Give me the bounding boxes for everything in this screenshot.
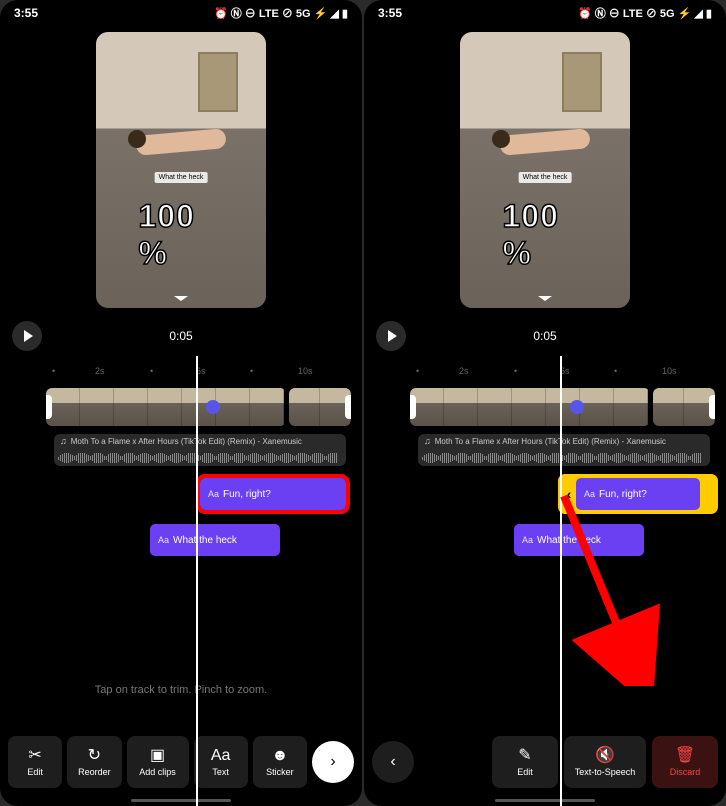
text-clip-fun-right[interactable]: Aa Fun, right?: [576, 478, 700, 510]
reorder-button[interactable]: ↻Reorder: [67, 736, 121, 788]
text-clip-label: Fun, right?: [223, 489, 271, 500]
text-trim-handle-right[interactable]: [700, 476, 714, 512]
status-bar: 3:55 ⏰ Ⓝ ⊖ LTE ⊘ 5G ⚡ ◢ ▮: [364, 0, 726, 26]
video-clip-row[interactable]: [0, 386, 362, 428]
reorder-icon: ↻: [88, 748, 101, 764]
sync-icon[interactable]: [206, 400, 220, 414]
video-preview-area: What the heck 100 %: [364, 26, 726, 316]
scissors-icon: ✂: [28, 748, 41, 764]
chevron-right-icon: ›: [330, 753, 335, 771]
clip-trim-handle-left[interactable]: [46, 395, 52, 419]
clip-trim-handle-left[interactable]: [410, 395, 416, 419]
sticker-button[interactable]: ☻Sticker: [253, 736, 307, 788]
swipe-indicator-icon: [530, 296, 560, 300]
hint-text: Tap on track to trim. Pinch to zoom.: [0, 684, 362, 696]
trash-icon: 🗑: [675, 748, 695, 764]
sync-icon[interactable]: [570, 400, 584, 414]
text-icon: Aa: [584, 489, 595, 499]
music-note-icon: ♫: [60, 436, 67, 446]
time-ruler: • 2s • 6s • 10s: [0, 364, 362, 384]
phone-right: 3:55 ⏰ Ⓝ ⊖ LTE ⊘ 5G ⚡ ◢ ▮ What the heck …: [364, 0, 726, 806]
playhead[interactable]: [196, 356, 198, 806]
overlay-text-small: What the heck: [155, 172, 208, 183]
toolbar-right-screen: ‹ ✎Edit 🔇Text-to-Speech 🗑Discard: [372, 736, 718, 788]
phone-left: 3:55 ⏰ Ⓝ ⊖ LTE ⊘ 5G ⚡ ◢ ▮ What the heck …: [0, 0, 362, 806]
status-bar: 3:55 ⏰ Ⓝ ⊖ LTE ⊘ 5G ⚡ ◢ ▮: [0, 0, 362, 26]
home-indicator[interactable]: [131, 799, 231, 802]
text-clip-what-the-heck[interactable]: Aa What the heck: [514, 524, 644, 556]
clip-trim-handle-right[interactable]: [345, 395, 351, 419]
text-to-speech-button[interactable]: 🔇Text-to-Speech: [564, 736, 646, 788]
status-icons: ⏰ Ⓝ ⊖ LTE ⊘ 5G ⚡ ◢ ▮: [578, 5, 712, 21]
audio-title: Moth To a Flame x After Hours (TikTok Ed…: [435, 437, 666, 446]
text-aa-icon: Aa: [211, 748, 231, 764]
text-icon: Aa: [522, 535, 533, 545]
music-note-icon: ♫: [424, 436, 431, 446]
play-button[interactable]: [376, 321, 406, 351]
text-clip-label: What the heck: [173, 535, 237, 546]
add-clips-icon: ▣: [150, 748, 165, 764]
swipe-indicator-icon: [166, 296, 196, 300]
nav-next-button[interactable]: ›: [312, 741, 354, 783]
speaker-muted-icon: 🔇: [595, 748, 615, 764]
playhead[interactable]: [560, 356, 562, 806]
overlay-text-big: 100 %: [503, 198, 588, 272]
text-clip-label: Fun, right?: [599, 489, 647, 500]
text-clip-what-the-heck[interactable]: Aa What the heck: [150, 524, 280, 556]
time-ruler: • 2s • 6s • 10s: [364, 364, 726, 384]
add-clips-button[interactable]: ▣Add clips: [127, 736, 189, 788]
status-time: 3:55: [378, 6, 402, 20]
waveform: [422, 452, 706, 464]
clip-trim-handle-right[interactable]: [709, 395, 715, 419]
status-icons: ⏰ Ⓝ ⊖ LTE ⊘ 5G ⚡ ◢ ▮: [214, 5, 348, 21]
play-icon: [24, 330, 33, 342]
edit-button[interactable]: ✎Edit: [492, 736, 558, 788]
discard-button[interactable]: 🗑Discard: [652, 736, 718, 788]
text-icon: Aa: [208, 489, 219, 499]
home-indicator[interactable]: [495, 799, 595, 802]
text-button[interactable]: AaText: [194, 736, 248, 788]
video-preview[interactable]: What the heck 100 %: [460, 32, 630, 308]
video-preview[interactable]: What the heck 100 %: [96, 32, 266, 308]
timecode: 0:05: [169, 329, 192, 343]
play-icon: [388, 330, 397, 342]
status-time: 3:55: [14, 6, 38, 20]
overlay-text-small: What the heck: [519, 172, 572, 183]
video-preview-area: What the heck 100 %: [0, 26, 362, 316]
text-clip-label: What the heck: [537, 535, 601, 546]
text-trim-handle-left[interactable]: ‹: [562, 476, 576, 512]
edit-button[interactable]: ✂Edit: [8, 736, 62, 788]
toolbar-left-screen: ✂Edit ↻Reorder ▣Add clips AaText ☻Sticke…: [8, 736, 354, 788]
audio-track-row[interactable]: ♫ Moth To a Flame x After Hours (TikTok E…: [364, 434, 726, 466]
play-button[interactable]: [12, 321, 42, 351]
overlay-text-big: 100 %: [139, 198, 224, 272]
audio-track-row[interactable]: ♫ Moth To a Flame x After Hours (TikTok E…: [0, 434, 362, 466]
text-icon: Aa: [158, 535, 169, 545]
text-clip-fun-right[interactable]: Aa Fun, right?: [200, 478, 346, 510]
text-clip-selection-wrapper: ‹ Aa Fun, right?: [558, 474, 718, 514]
waveform: [58, 452, 342, 464]
video-clip-row[interactable]: [364, 386, 726, 428]
pencil-icon: ✎: [518, 748, 531, 764]
audio-title: Moth To a Flame x After Hours (TikTok Ed…: [71, 437, 302, 446]
chevron-left-icon: ‹: [390, 753, 395, 771]
sticker-icon: ☻: [271, 748, 288, 764]
timecode: 0:05: [533, 329, 556, 343]
nav-back-button[interactable]: ‹: [372, 741, 414, 783]
